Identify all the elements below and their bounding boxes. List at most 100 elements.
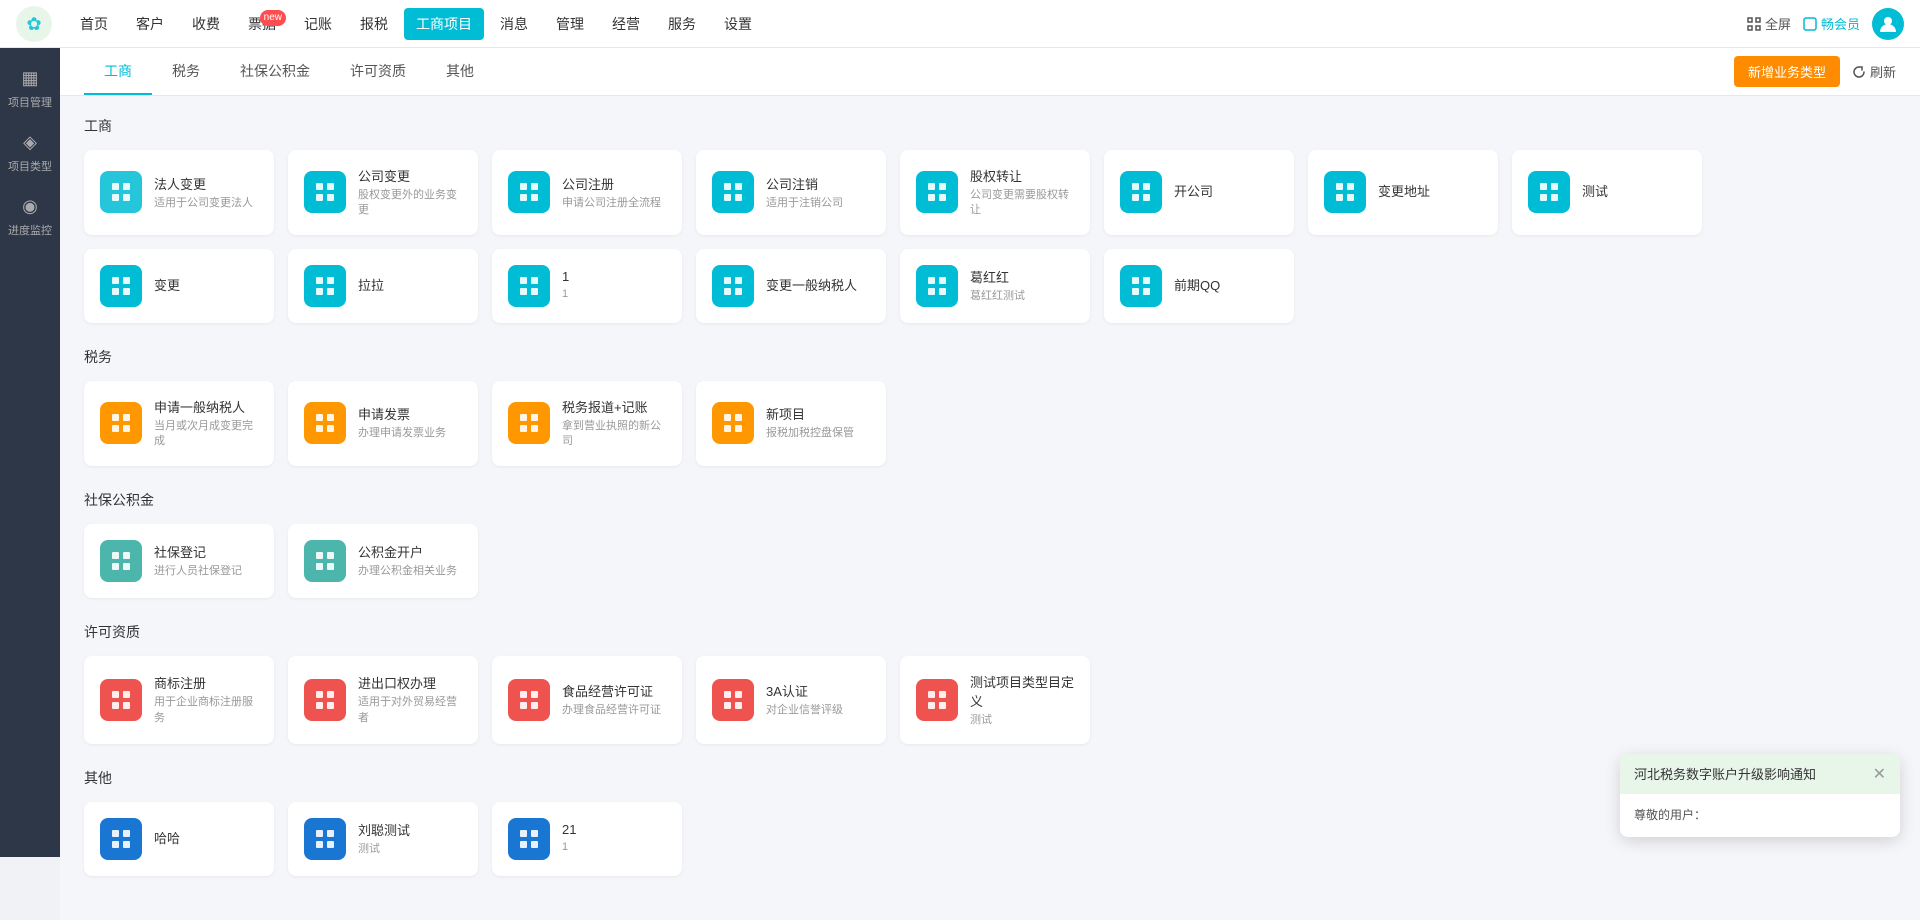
- card-desc: 申请公司注册全流程: [562, 196, 661, 211]
- card-新项目[interactable]: 新项目 报税加税控盘保管: [696, 381, 886, 466]
- card-desc: 适用于对外贸易经营者: [358, 695, 462, 726]
- card-开公司[interactable]: 开公司: [1104, 150, 1294, 235]
- card-商标注册[interactable]: 商标注册 用于企业商标注册服务: [84, 656, 274, 744]
- card-desc: 股权变更外的业务变更: [358, 188, 462, 219]
- card-desc: 测试: [970, 713, 1074, 728]
- card-社保登记[interactable]: 社保登记 进行人员社保登记: [84, 524, 274, 598]
- card-title: 法人变更: [154, 174, 253, 193]
- card-title: 社保登记: [154, 542, 242, 561]
- card-text: 商标注册 用于企业商标注册服务: [154, 673, 258, 726]
- nav-item-记账[interactable]: 记账: [292, 8, 344, 40]
- nav-item-报税[interactable]: 报税: [348, 8, 400, 40]
- nav-item-经营[interactable]: 经营: [600, 8, 652, 40]
- card-测试[interactable]: 测试: [1512, 150, 1702, 235]
- card-法人变更[interactable]: 法人变更 适用于公司变更法人: [84, 150, 274, 235]
- sidebar-item-项目类型[interactable]: ◈ 项目类型: [0, 120, 60, 184]
- tab-许可资质[interactable]: 许可资质: [330, 48, 426, 95]
- sidebar-icon: ◈: [18, 130, 42, 154]
- card-text: 食品经营许可证 办理食品经营许可证: [562, 681, 661, 718]
- card-3A认证[interactable]: 3A认证 对企业信誉评级: [696, 656, 886, 744]
- card-21[interactable]: 21 1: [492, 802, 682, 876]
- card-公积金开户[interactable]: 公积金开户 办理公积金相关业务: [288, 524, 478, 598]
- card-哈哈[interactable]: 哈哈: [84, 802, 274, 876]
- avatar[interactable]: [1872, 8, 1904, 40]
- card-title: 哈哈: [154, 828, 180, 847]
- fullscreen-button[interactable]: 全屏: [1747, 14, 1791, 33]
- new-type-button[interactable]: 新增业务类型: [1734, 56, 1840, 87]
- nav-item-首页[interactable]: 首页: [68, 8, 120, 40]
- card-前期QQ[interactable]: 前期QQ: [1104, 249, 1294, 323]
- notif-close-button[interactable]: ✕: [1873, 764, 1886, 784]
- card-1[interactable]: 1 1: [492, 249, 682, 323]
- card-title: 申请一般纳税人: [154, 397, 258, 416]
- card-desc: 适用于注销公司: [766, 196, 843, 211]
- card-text: 税务报道+记账 拿到营业执照的新公司: [562, 397, 666, 450]
- nav-items: 首页客户收费票据new记账报税工商项目消息管理经营服务设置: [68, 8, 1747, 40]
- card-葛红红[interactable]: 葛红红 葛红红测试: [900, 249, 1090, 323]
- card-刘聪测试[interactable]: 刘聪测试 测试: [288, 802, 478, 876]
- refresh-label: 刷新: [1870, 62, 1896, 81]
- card-申请发票[interactable]: 申请发票 办理申请发票业务: [288, 381, 478, 466]
- nav-item-客户[interactable]: 客户: [124, 8, 176, 40]
- card-title: 前期QQ: [1174, 275, 1220, 294]
- card-text: 3A认证 对企业信誉评级: [766, 681, 843, 718]
- card-title: 进出口权办理: [358, 673, 462, 692]
- notif-body-text: 尊敬的用户：: [1634, 808, 1706, 822]
- card-公司注销[interactable]: 公司注销 适用于注销公司: [696, 150, 886, 235]
- tab-税务[interactable]: 税务: [152, 48, 220, 95]
- card-测试项目类型目定义[interactable]: 测试项目类型目定义 测试: [900, 656, 1090, 744]
- card-title: 测试项目类型目定义: [970, 672, 1074, 710]
- card-申请一般纳税人[interactable]: 申请一般纳税人 当月或次月成变更完成: [84, 381, 274, 466]
- card-title: 刘聪测试: [358, 820, 410, 839]
- card-desc: 葛红红测试: [970, 289, 1025, 304]
- card-变更[interactable]: 变更: [84, 249, 274, 323]
- card-text: 股权转让 公司变更需要股权转让: [970, 166, 1074, 219]
- card-股权转让[interactable]: 股权转让 公司变更需要股权转让: [900, 150, 1090, 235]
- card-title: 公司注册: [562, 174, 661, 193]
- card-desc: 报税加税控盘保管: [766, 426, 854, 441]
- logo-icon[interactable]: ✿: [16, 6, 52, 42]
- nav-item-票据[interactable]: 票据new: [236, 8, 288, 40]
- cards-grid: 法人变更 适用于公司变更法人 公司变更 股权变更外的业务变更 公司注册 申请公司…: [84, 150, 1896, 323]
- card-拉拉[interactable]: 拉拉: [288, 249, 478, 323]
- nav-item-消息[interactable]: 消息: [488, 8, 540, 40]
- card-desc: 办理公积金相关业务: [358, 564, 457, 579]
- member-button[interactable]: 畅会员: [1803, 14, 1860, 33]
- sidebar-item-项目管理[interactable]: ▦ 项目管理: [0, 56, 60, 120]
- nav-item-设置[interactable]: 设置: [712, 8, 764, 40]
- nav-item-收费[interactable]: 收费: [180, 8, 232, 40]
- refresh-button[interactable]: 刷新: [1852, 62, 1896, 81]
- card-title: 商标注册: [154, 673, 258, 692]
- card-变更地址[interactable]: 变更地址: [1308, 150, 1498, 235]
- card-title: 变更: [154, 275, 180, 294]
- sidebar-item-进度监控[interactable]: ◉ 进度监控: [0, 184, 60, 248]
- card-税务报道+记账[interactable]: 税务报道+记账 拿到营业执照的新公司: [492, 381, 682, 466]
- tab-bar: 工商税务社保公积金许可资质其他 新增业务类型 刷新: [60, 48, 1920, 96]
- card-title: 变更一般纳税人: [766, 275, 857, 294]
- card-text: 申请发票 办理申请发票业务: [358, 404, 446, 441]
- card-text: 前期QQ: [1174, 275, 1220, 297]
- nav-right: 全屏 畅会员: [1747, 8, 1904, 40]
- card-公司注册[interactable]: 公司注册 申请公司注册全流程: [492, 150, 682, 235]
- notif-body: 尊敬的用户：: [1620, 794, 1900, 837]
- card-desc: 适用于公司变更法人: [154, 196, 253, 211]
- nav-item-管理[interactable]: 管理: [544, 8, 596, 40]
- member-label: 畅会员: [1821, 14, 1860, 33]
- card-title: 拉拉: [358, 275, 384, 294]
- section-许可资质: 许可资质 商标注册 用于企业商标注册服务 进出口权办理 适用于对外贸易经营者 食…: [84, 622, 1896, 744]
- nav-item-工商项目[interactable]: 工商项目: [404, 8, 484, 40]
- card-公司变更[interactable]: 公司变更 股权变更外的业务变更: [288, 150, 478, 235]
- card-食品经营许可证[interactable]: 食品经营许可证 办理食品经营许可证: [492, 656, 682, 744]
- tab-其他[interactable]: 其他: [426, 48, 494, 95]
- card-进出口权办理[interactable]: 进出口权办理 适用于对外贸易经营者: [288, 656, 478, 744]
- section-工商: 工商 法人变更 适用于公司变更法人 公司变更 股权变更外的业务变更 公司注册 申…: [84, 116, 1896, 323]
- card-title: 1: [562, 269, 569, 284]
- tab-社保公积金[interactable]: 社保公积金: [220, 48, 330, 95]
- card-text: 测试项目类型目定义 测试: [970, 672, 1074, 728]
- card-text: 公司注销 适用于注销公司: [766, 174, 843, 211]
- card-变更一般纳税人[interactable]: 变更一般纳税人: [696, 249, 886, 323]
- nav-item-服务[interactable]: 服务: [656, 8, 708, 40]
- card-title: 3A认证: [766, 681, 843, 700]
- section-税务: 税务 申请一般纳税人 当月或次月成变更完成 申请发票 办理申请发票业务 税务报道…: [84, 347, 1896, 466]
- tab-工商[interactable]: 工商: [84, 48, 152, 95]
